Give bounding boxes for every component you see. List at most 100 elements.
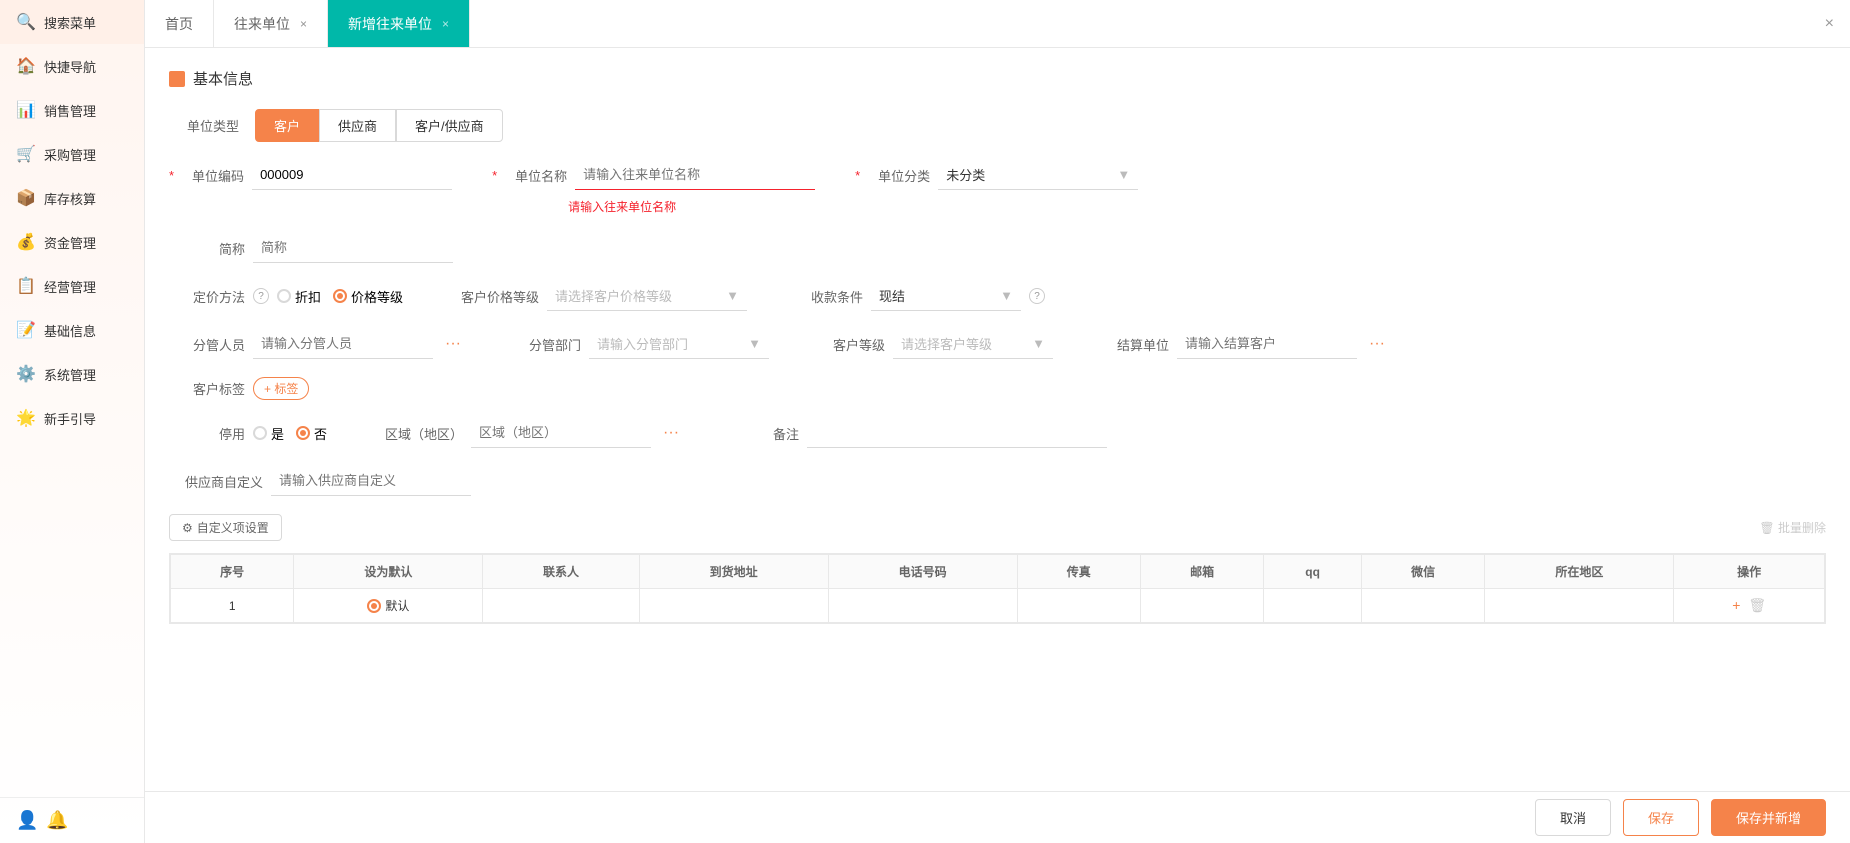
customer-tag-row: 客户标签 + 标签: [169, 377, 1826, 400]
batch-delete-button[interactable]: 🗑 批量删除: [1759, 519, 1826, 536]
user-icon: 👤: [16, 810, 38, 831]
tutorial-icon: 🌟: [16, 408, 36, 428]
customer-level-label: 客户等级: [825, 335, 885, 354]
add-tag-button[interactable]: + 标签: [253, 377, 309, 400]
disabled-yes-radio[interactable]: [253, 426, 267, 440]
custom-setting-button[interactable]: ⚙ 自定义项设置: [169, 514, 282, 541]
batch-delete-icon: 🗑: [1759, 521, 1774, 535]
sidebar-item-basic-info[interactable]: 📝 基础信息: [0, 308, 144, 352]
section-icon: [169, 71, 185, 87]
customer-level-group: 客户等级 请选择客户等级 ▼: [809, 329, 1053, 359]
unit-category-label: 单位分类: [870, 166, 930, 185]
col-qq: qq: [1264, 555, 1362, 589]
col-fax: 传真: [1017, 555, 1140, 589]
save-button[interactable]: 保存: [1623, 799, 1699, 836]
unit-type-buttons: 客户 供应商 客户/供应商: [255, 109, 503, 142]
sidebar-item-inventory[interactable]: 📦 库存核算: [0, 176, 144, 220]
pricing-discount-option[interactable]: 折扣: [277, 287, 321, 306]
supplier-custom-input[interactable]: [271, 466, 471, 496]
row-index: 1: [171, 589, 294, 623]
region-more-btn[interactable]: ···: [659, 424, 683, 442]
row-wechat: [1361, 589, 1484, 623]
tab-bar-close[interactable]: ×: [1809, 0, 1850, 47]
row-address: [639, 589, 828, 623]
row-delete-icon[interactable]: 🗑: [1748, 597, 1766, 614]
disabled-radio-group: 是 否: [253, 424, 327, 443]
col-default: 设为默认: [294, 555, 483, 589]
save-new-button[interactable]: 保存并新增: [1711, 799, 1826, 836]
payment-terms-select[interactable]: 现结 ▼: [871, 281, 1021, 311]
manager-input[interactable]: [253, 329, 433, 359]
disabled-region-row: 停用 是 否 区域（地区） ···: [169, 418, 1826, 448]
short-name-input[interactable]: [253, 233, 453, 263]
tab-new-partner[interactable]: 新增往来单位 ×: [328, 0, 470, 47]
remark-input[interactable]: [807, 418, 1107, 448]
pricing-radio-group: 折扣 价格等级: [277, 287, 403, 306]
col-phone: 电话号码: [828, 555, 1017, 589]
settlement-group: 结算单位 ···: [1093, 329, 1389, 359]
sidebar: 🔍 搜索菜单 🏠 快捷导航 📊 销售管理 🛒 采购管理 📦 库存核算 💰 资金管…: [0, 0, 145, 843]
sidebar-item-system[interactable]: ⚙️ 系统管理: [0, 352, 144, 396]
region-input[interactable]: [471, 418, 651, 448]
sidebar-item-sales[interactable]: 📊 销售管理: [0, 88, 144, 132]
unit-code-name-row: * 单位编码 * 单位名称 请输入往来单位名称 * 单位分类: [169, 160, 1826, 215]
region-label: 区域（地区）: [383, 424, 463, 443]
disabled-yes-option[interactable]: 是: [253, 424, 284, 443]
customer-price-select[interactable]: 请选择客户价格等级 ▼: [547, 281, 747, 311]
unit-code-input[interactable]: [252, 160, 452, 190]
pricing-help-icon[interactable]: ?: [253, 288, 269, 304]
col-wechat: 微信: [1361, 555, 1484, 589]
row-contact: [483, 589, 639, 623]
sidebar-item-operations[interactable]: 📋 经营管理: [0, 264, 144, 308]
col-index: 序号: [171, 555, 294, 589]
col-actions: 操作: [1674, 555, 1825, 589]
sidebar-item-quick-nav[interactable]: 🏠 快捷导航: [0, 44, 144, 88]
unit-name-input[interactable]: [575, 160, 815, 190]
unit-category-select[interactable]: 未分类 ▼: [938, 160, 1138, 190]
discount-radio[interactable]: [277, 289, 291, 303]
row-phone: [828, 589, 1017, 623]
col-address: 到货地址: [639, 555, 828, 589]
tab-partners[interactable]: 往来单位 ×: [214, 0, 328, 47]
btn-supplier[interactable]: 供应商: [319, 109, 396, 142]
payment-help-icon[interactable]: ?: [1029, 288, 1045, 304]
finance-icon: 💰: [16, 232, 36, 252]
system-icon: ⚙️: [16, 364, 36, 384]
home-icon: 🏠: [16, 56, 36, 76]
btn-both[interactable]: 客户/供应商: [396, 109, 503, 142]
manager-more-btn[interactable]: ···: [441, 335, 465, 353]
pricing-method-label: 定价方法: [185, 287, 245, 306]
unit-type-field: 单位类型 客户 供应商 客户/供应商: [169, 109, 503, 142]
btn-customer[interactable]: 客户: [255, 109, 319, 142]
col-email: 邮箱: [1140, 555, 1263, 589]
dept-select[interactable]: 请输入分管部门 ▼: [589, 329, 769, 359]
pricing-method-group: 定价方法 ? 折扣 价格等级: [169, 287, 403, 306]
disabled-no-option[interactable]: 否: [296, 424, 327, 443]
customer-level-select[interactable]: 请选择客户等级 ▼: [893, 329, 1053, 359]
tab-home[interactable]: 首页: [145, 0, 214, 47]
tab-new-partner-close[interactable]: ×: [442, 17, 449, 31]
sidebar-item-finance[interactable]: 💰 资金管理: [0, 220, 144, 264]
row-add-icon[interactable]: +: [1732, 597, 1740, 614]
cancel-button[interactable]: 取消: [1535, 799, 1611, 836]
dept-chevron: ▼: [748, 336, 761, 351]
sales-icon: 📊: [16, 100, 36, 120]
main-area: 首页 往来单位 × 新增往来单位 × × 基本信息 单位类型 客户 供应商 客户…: [145, 0, 1850, 843]
row-actions: + 🗑: [1674, 589, 1825, 623]
settlement-more-btn[interactable]: ···: [1365, 335, 1389, 353]
pricing-row: 定价方法 ? 折扣 价格等级 客户价格等级 请: [169, 281, 1826, 311]
sidebar-item-tutorial[interactable]: 🌟 新手引导: [0, 396, 144, 440]
sidebar-item-search[interactable]: 🔍 搜索菜单: [0, 0, 144, 44]
unit-code-group: * 单位编码: [169, 160, 452, 190]
disabled-no-radio[interactable]: [296, 426, 310, 440]
default-radio[interactable]: [367, 599, 381, 613]
payment-terms-group: 收款条件 现结 ▼ ?: [787, 281, 1045, 311]
tab-partners-close[interactable]: ×: [300, 17, 307, 31]
settlement-input[interactable]: [1177, 329, 1357, 359]
price-level-radio[interactable]: [333, 289, 347, 303]
inventory-icon: 📦: [16, 188, 36, 208]
disabled-group: 停用 是 否: [169, 424, 327, 443]
unit-category-group: * 单位分类 未分类 ▼: [855, 160, 1138, 190]
sidebar-item-purchase[interactable]: 🛒 采购管理: [0, 132, 144, 176]
pricing-level-option[interactable]: 价格等级: [333, 287, 403, 306]
